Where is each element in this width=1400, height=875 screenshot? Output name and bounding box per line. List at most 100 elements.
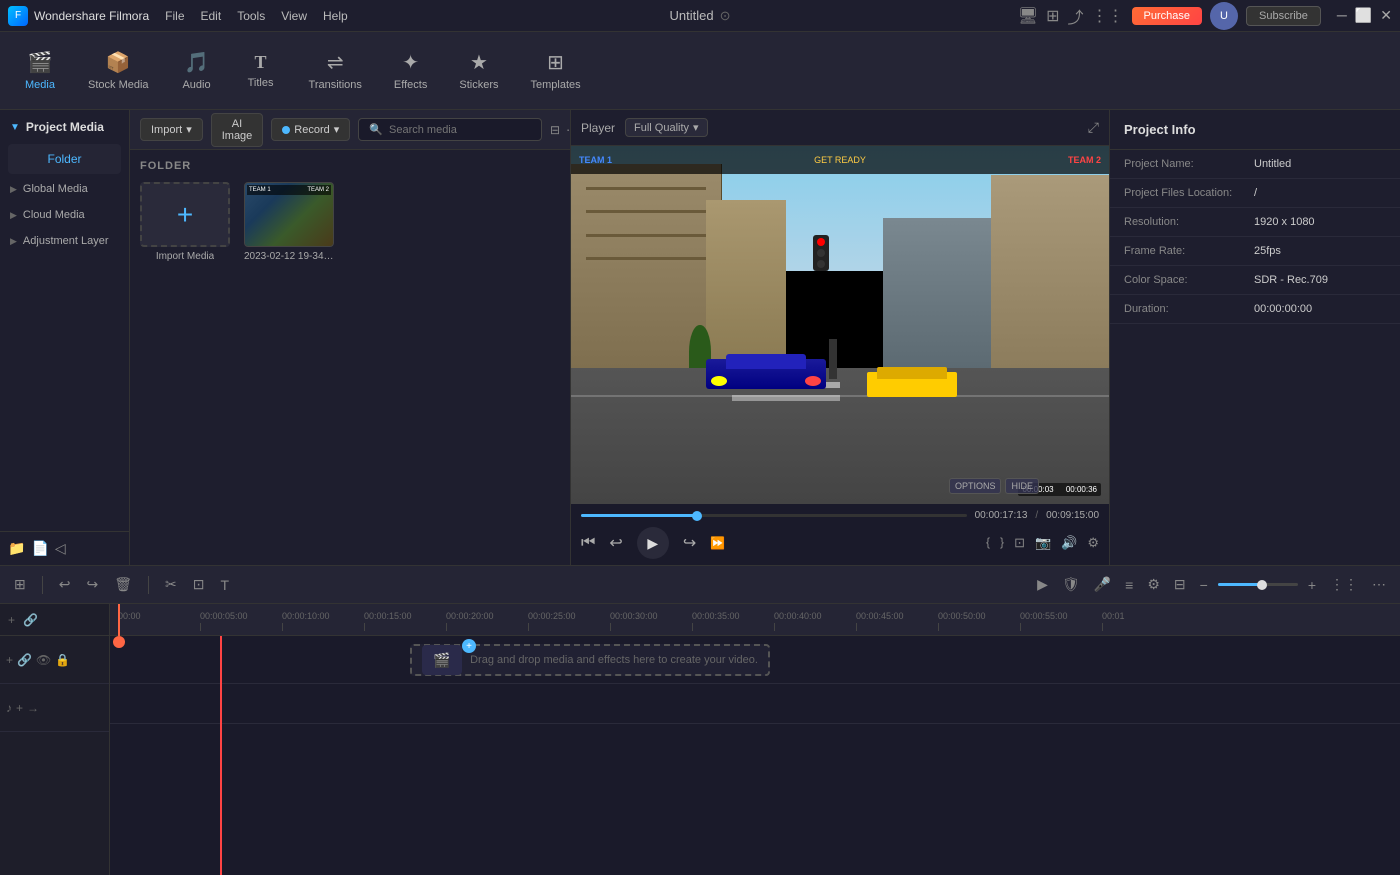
app-logo: F bbox=[8, 6, 28, 26]
middle-section: ▼ Project Media Folder ▶ Global Media ▶ … bbox=[0, 110, 1400, 565]
toolbar-stickers[interactable]: ★ Stickers bbox=[445, 42, 512, 99]
audio-track[interactable] bbox=[110, 684, 1400, 724]
clip-icon[interactable]: ⊡ bbox=[1014, 535, 1025, 551]
tl-zoom-handle[interactable] bbox=[1257, 580, 1267, 590]
fast-forward-button[interactable]: ↪ bbox=[683, 533, 696, 553]
settings-icon[interactable]: ⚙ bbox=[1087, 535, 1099, 551]
video-thumb[interactable]: TEAM 1 TEAM 2 bbox=[244, 182, 334, 247]
close-button[interactable]: ✕ bbox=[1380, 7, 1392, 24]
toolbar-stock-media[interactable]: 📦 Stock Media bbox=[74, 42, 163, 99]
tl-plus-icon[interactable]: + bbox=[1304, 573, 1320, 597]
tl-minus-icon[interactable]: − bbox=[1196, 573, 1212, 597]
tl-audio-track-ctrl: ♪ + → bbox=[0, 684, 109, 732]
record-button[interactable]: Record ▾ bbox=[271, 118, 350, 141]
menu-tools[interactable]: Tools bbox=[237, 9, 265, 23]
duration-label: Duration: bbox=[1124, 303, 1254, 315]
files-location-label: Project Files Location: bbox=[1124, 187, 1254, 199]
skip-back-button[interactable]: ⏮ bbox=[581, 534, 595, 552]
add-item-icon[interactable]: 📄 bbox=[31, 540, 48, 557]
tl-delete-icon[interactable]: 🗑 bbox=[110, 572, 136, 597]
light-red bbox=[817, 238, 825, 246]
subscribe-button[interactable]: Subscribe bbox=[1246, 6, 1321, 26]
apps-icon[interactable]: ⋮⋮ bbox=[1092, 6, 1124, 26]
tl-video-add-icon[interactable]: + bbox=[6, 653, 13, 667]
tl-snap-icon[interactable]: ⊞ bbox=[10, 572, 30, 597]
monitor-icon[interactable]: 🖥 bbox=[1018, 6, 1038, 26]
mark-out-icon[interactable]: } bbox=[1000, 535, 1004, 551]
tl-more-icon[interactable]: ⋯ bbox=[1368, 572, 1390, 597]
speed-button[interactable]: ⏩ bbox=[710, 536, 725, 550]
maximize-button[interactable]: ⬜ bbox=[1355, 7, 1372, 24]
collapse-icon[interactable]: ◁ bbox=[55, 540, 66, 557]
tl-mic-icon[interactable]: 🎤 bbox=[1090, 572, 1115, 597]
tl-audio-note-icon[interactable]: ♪ bbox=[6, 701, 12, 715]
video-track[interactable]: 🎬 + Drag and drop media and effects here… bbox=[110, 636, 1400, 684]
sidebar-item-cloud-media[interactable]: ▶ Cloud Media bbox=[0, 202, 129, 228]
sidebar-item-adjustment-layer[interactable]: ▶ Adjustment Layer bbox=[0, 228, 129, 254]
progress-handle[interactable] bbox=[692, 511, 702, 521]
tl-video-lock-icon[interactable]: 🔒 bbox=[55, 653, 70, 667]
quality-selector[interactable]: Full Quality ▾ bbox=[625, 118, 708, 137]
tl-link-icon[interactable]: 🔗 bbox=[23, 613, 38, 627]
project-info-header: Project Info bbox=[1110, 110, 1400, 150]
sidebar-folder[interactable]: Folder bbox=[8, 144, 121, 174]
title-bar-right: 🖥 ⊞ ⤴ ⋮⋮ Purchase U Subscribe ─ ⬜ ✕ bbox=[731, 2, 1393, 30]
hide-button[interactable]: HIDE bbox=[1005, 478, 1039, 494]
ai-image-button[interactable]: AI Image bbox=[211, 113, 264, 147]
toolbar-media[interactable]: 🎬 Media bbox=[10, 42, 70, 99]
progress-bar[interactable] bbox=[581, 514, 967, 517]
tl-video-link-icon[interactable]: 🔗 bbox=[17, 653, 32, 667]
tl-add-track-icon[interactable]: + bbox=[8, 613, 15, 627]
menu-help[interactable]: Help bbox=[323, 9, 348, 23]
search-input[interactable] bbox=[389, 124, 531, 136]
tl-audio-arrow-icon[interactable]: → bbox=[27, 701, 39, 715]
toolbar-transitions[interactable]: ⇌ Transitions bbox=[295, 42, 376, 99]
tl-settings-icon[interactable]: ⚙ bbox=[1143, 572, 1164, 597]
light-green bbox=[817, 260, 825, 268]
menu-file[interactable]: File bbox=[165, 9, 184, 23]
playhead-marker-ball[interactable] bbox=[113, 636, 125, 648]
import-media-item[interactable]: + Import Media bbox=[140, 182, 230, 262]
tl-grid-icon[interactable]: ⋮⋮ bbox=[1326, 572, 1362, 597]
volume-icon[interactable]: 🔊 bbox=[1061, 535, 1077, 551]
fullscreen-icon[interactable]: ⤢ bbox=[1088, 119, 1099, 136]
mark-in-icon[interactable]: { bbox=[986, 535, 990, 551]
filter-icon[interactable]: ⊟ bbox=[550, 123, 560, 137]
import-button[interactable]: Import ▾ bbox=[140, 118, 203, 141]
tl-undo-icon[interactable]: ↩ bbox=[55, 572, 75, 597]
upload-icon[interactable]: ⤴ bbox=[1068, 4, 1084, 28]
transitions-icon: ⇌ bbox=[327, 50, 344, 75]
tl-video-eye-icon[interactable]: 👁 bbox=[36, 653, 51, 667]
tl-shield-icon[interactable]: 🛡 bbox=[1058, 572, 1084, 597]
minimize-button[interactable]: ─ bbox=[1337, 7, 1347, 24]
tl-cut-icon[interactable]: ✂ bbox=[161, 572, 181, 597]
tl-zoom-slider[interactable] bbox=[1218, 583, 1298, 586]
tl-layers-icon[interactable]: ≡ bbox=[1121, 573, 1137, 597]
toolbar-effects[interactable]: ✦ Effects bbox=[380, 42, 441, 99]
purchase-button[interactable]: Purchase bbox=[1132, 7, 1202, 25]
menu-view[interactable]: View bbox=[281, 9, 307, 23]
timeline-left-panel: + 🔗 + 🔗 👁 🔒 ♪ + → bbox=[0, 604, 110, 875]
toolbar-audio[interactable]: 🎵 Audio bbox=[167, 42, 227, 99]
toolbar-titles[interactable]: T Titles bbox=[231, 44, 291, 97]
play-button[interactable]: ▶ bbox=[637, 527, 669, 559]
sidebar-arrow[interactable]: ▼ bbox=[10, 122, 20, 133]
tl-play-icon[interactable]: ▶ bbox=[1033, 572, 1052, 597]
new-folder-icon[interactable]: 📁 bbox=[8, 540, 25, 557]
drop-zone[interactable]: 🎬 + Drag and drop media and effects here… bbox=[410, 644, 770, 676]
menu-edit[interactable]: Edit bbox=[201, 9, 222, 23]
tl-audio-add-icon[interactable]: + bbox=[16, 701, 23, 715]
rewind-button[interactable]: ↩ bbox=[609, 533, 622, 553]
tl-crop-icon[interactable]: ⊡ bbox=[189, 572, 209, 597]
grid-icon[interactable]: ⊞ bbox=[1046, 6, 1059, 26]
import-thumb[interactable]: + bbox=[140, 182, 230, 247]
video-file-item[interactable]: TEAM 1 TEAM 2 2023-02-12 19-34-47 bbox=[244, 182, 334, 262]
sidebar-item-global-media[interactable]: ▶ Global Media bbox=[0, 176, 129, 202]
tl-redo-icon[interactable]: ↪ bbox=[82, 572, 102, 597]
options-button[interactable]: OPTIONS bbox=[949, 478, 1002, 494]
search-box: 🔍 bbox=[358, 118, 542, 141]
tl-monitor-icon[interactable]: ⊟ bbox=[1170, 572, 1190, 597]
tl-text-icon[interactable]: T bbox=[216, 573, 233, 597]
toolbar-templates[interactable]: ⊞ Templates bbox=[516, 42, 594, 99]
snapshot-icon[interactable]: 📷 bbox=[1035, 535, 1051, 551]
